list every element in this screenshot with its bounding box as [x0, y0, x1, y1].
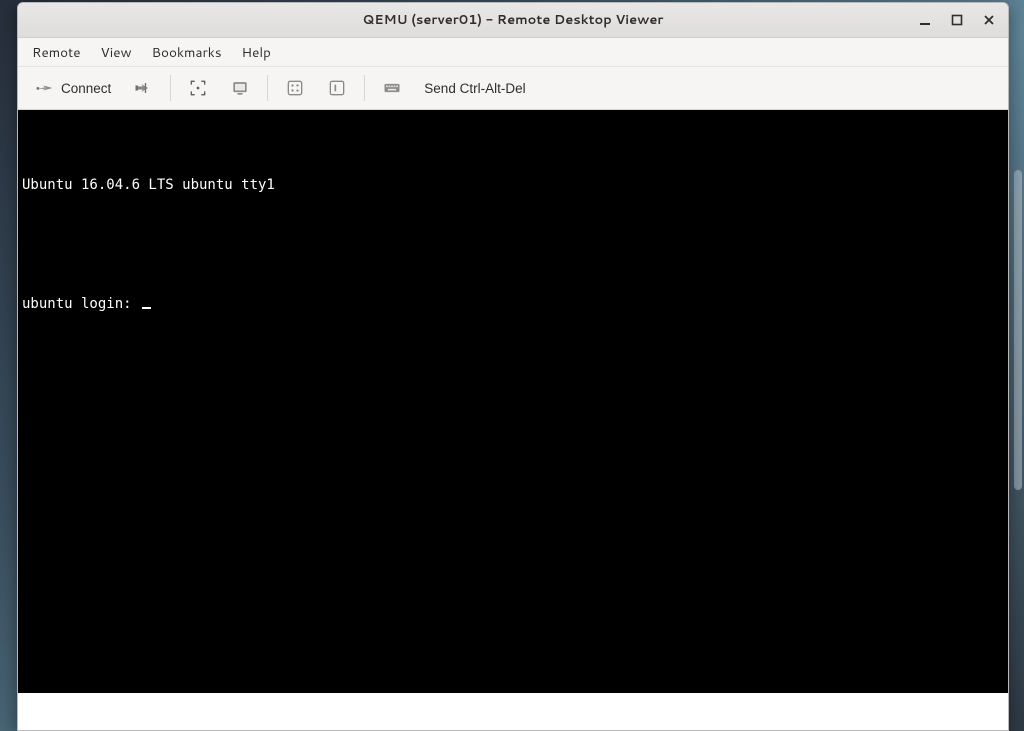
- window-controls: [912, 3, 1002, 37]
- terminal-cursor: [142, 307, 151, 309]
- zoom-original-button[interactable]: [318, 71, 356, 105]
- minimize-icon: [918, 13, 932, 27]
- maximize-icon: [950, 13, 964, 27]
- menu-remote[interactable]: Remote: [22, 38, 91, 66]
- zoom-original-icon: [327, 78, 347, 98]
- desktop-background-scrollbar: [1014, 170, 1022, 490]
- zoom-fit-icon: [285, 78, 305, 98]
- send-ctrl-alt-del-button[interactable]: Send Ctrl-Alt-Del: [415, 71, 534, 105]
- keyboard-icon: [382, 78, 402, 98]
- zoom-fit-button[interactable]: [276, 71, 314, 105]
- terminal-line-1: Ubuntu 16.04.6 LTS ubuntu tty1: [18, 174, 1008, 198]
- disconnect-button[interactable]: [124, 71, 162, 105]
- menubar: Remote View Bookmarks Help: [18, 38, 1008, 67]
- toolbar: Connect: [18, 67, 1008, 110]
- titlebar[interactable]: QEMU (server01) - Remote Desktop Viewer: [18, 3, 1008, 38]
- screenshot-icon: [230, 78, 250, 98]
- login-prompt-text: ubuntu login:: [22, 296, 140, 312]
- minimize-button[interactable]: [912, 7, 938, 33]
- remote-view: Ubuntu 16.04.6 LTS ubuntu tty1 ubuntu lo…: [18, 110, 1008, 730]
- connect-button[interactable]: Connect: [26, 71, 120, 105]
- guest-terminal[interactable]: Ubuntu 16.04.6 LTS ubuntu tty1 ubuntu lo…: [18, 110, 1008, 693]
- send-cad-label: Send Ctrl-Alt-Del: [424, 81, 525, 96]
- fullscreen-button[interactable]: [179, 71, 217, 105]
- app-window: QEMU (server01) - Remote Desktop Viewer …: [17, 2, 1009, 731]
- toolbar-separator-2: [267, 75, 268, 101]
- keyboard-button[interactable]: [373, 71, 411, 105]
- maximize-button[interactable]: [944, 7, 970, 33]
- connect-icon: [35, 78, 55, 98]
- menu-bookmarks[interactable]: Bookmarks: [142, 38, 232, 66]
- connect-label: Connect: [61, 81, 111, 96]
- remote-view-letterbox: [18, 693, 1008, 730]
- close-icon: [982, 13, 996, 27]
- disconnect-icon: [133, 78, 153, 98]
- screenshot-button[interactable]: [221, 71, 259, 105]
- menu-help[interactable]: Help: [232, 38, 281, 66]
- menu-view[interactable]: View: [91, 38, 142, 66]
- window-title: QEMU (server01) - Remote Desktop Viewer: [363, 11, 664, 29]
- terminal-login-prompt: ubuntu login:: [18, 293, 1008, 317]
- close-button[interactable]: [976, 7, 1002, 33]
- fullscreen-icon: [188, 78, 208, 98]
- toolbar-separator-1: [170, 75, 171, 101]
- toolbar-separator-3: [364, 75, 365, 101]
